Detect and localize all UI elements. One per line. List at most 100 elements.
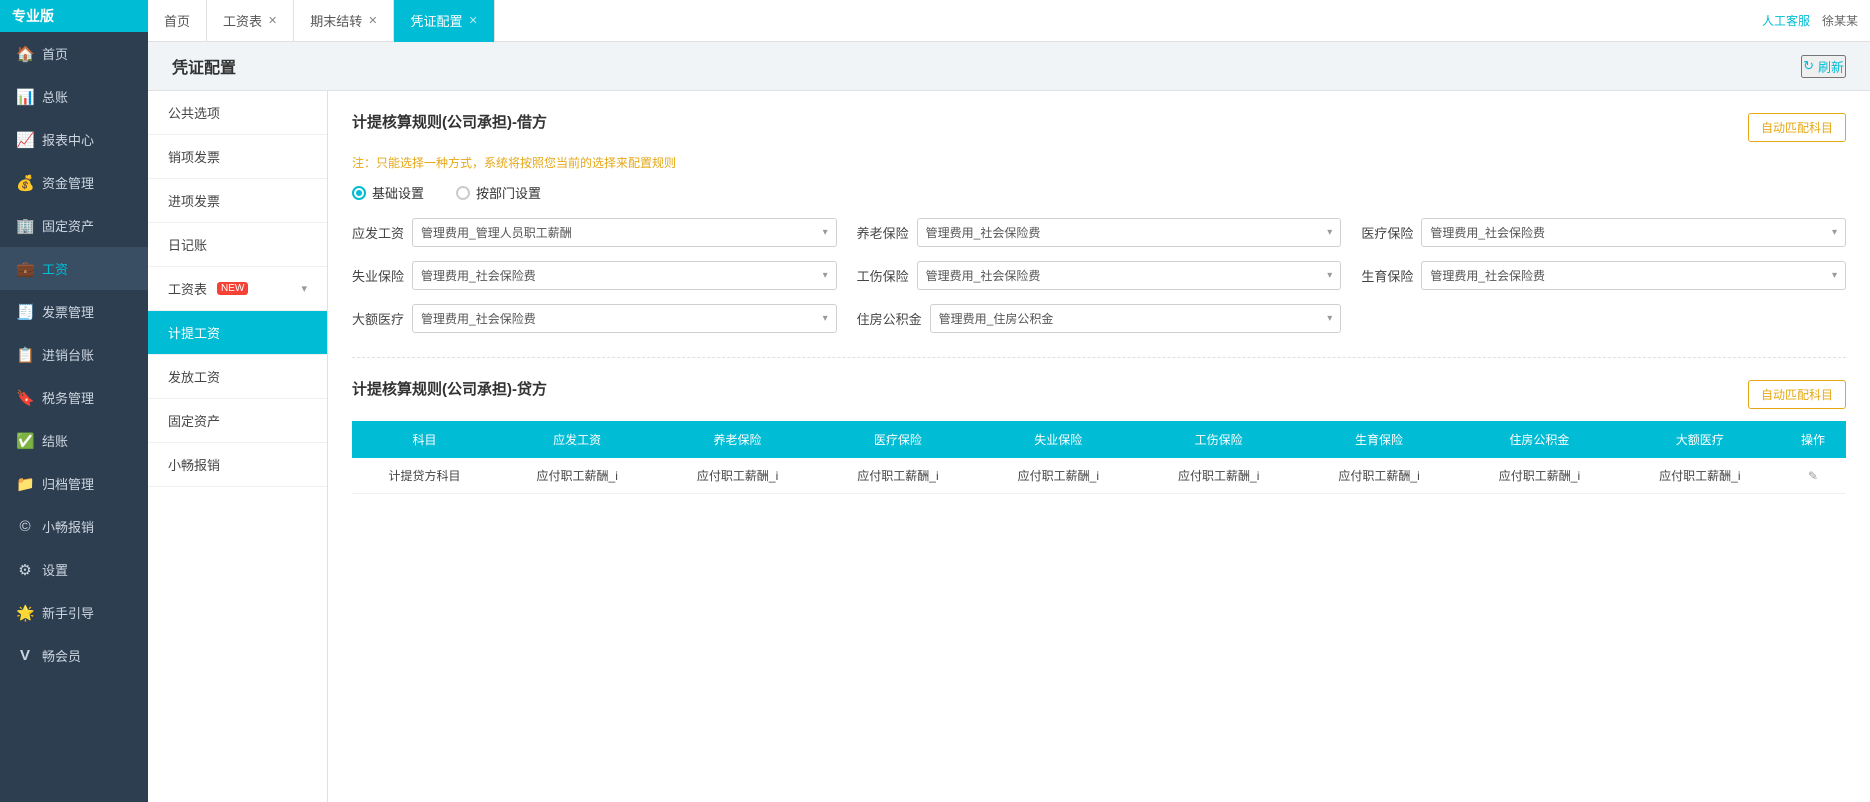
tab-salary-close[interactable]: ✕: [268, 14, 277, 27]
side-menu-common[interactable]: 公共选项: [148, 91, 327, 135]
ledger-icon: 📊: [16, 88, 34, 106]
sidebar-item-home[interactable]: 🏠 首页: [0, 32, 148, 75]
section1-header: 计提核算规则(公司承担)-借方 自动匹配科目: [352, 111, 1846, 144]
sidebar-item-purchase[interactable]: 📋 进销台账: [0, 333, 148, 376]
chevron-down-icon: ▾: [823, 313, 828, 324]
customer-service[interactable]: 人工客服: [1762, 12, 1810, 29]
sidebar-item-assets[interactable]: 🏢 固定资产: [0, 204, 148, 247]
sidebar-item-guide[interactable]: 🌟 新手引导: [0, 591, 148, 634]
topbar: 首页 工资表 ✕ 期末结转 ✕ 凭证配置 ✕ 人工客服 徐某某: [148, 0, 1870, 42]
auto-match-debit-button[interactable]: 自动匹配科目: [1748, 113, 1846, 142]
field-yanglao-label: 养老保险: [857, 223, 909, 242]
field-yanglao-select[interactable]: 管理费用_社会保险费 ▾: [917, 218, 1342, 247]
field-yingfa: 应发工资 管理费用_管理人员职工薪酬 ▾: [352, 218, 837, 247]
side-menu-input[interactable]: 进项发票: [148, 179, 327, 223]
edit-icon[interactable]: ✎: [1808, 469, 1818, 483]
checkout-icon: ✅: [16, 432, 34, 450]
chevron-down-icon: ▾: [1832, 227, 1837, 238]
row-subject: 计提贷方科目: [352, 458, 497, 494]
assets-icon: 🏢: [16, 217, 34, 235]
section1-note: 注：只能选择一种方式，系统将按照您当前的选择来配置规则: [352, 154, 1846, 171]
section-divider: [352, 357, 1846, 358]
col-yanglao: 养老保险: [657, 421, 817, 458]
tab-voucher[interactable]: 凭证配置 ✕: [394, 0, 494, 42]
sidebar-item-salary[interactable]: 💼 工资: [0, 247, 148, 290]
side-menu-output[interactable]: 销项发票: [148, 135, 327, 179]
sidebar-item-checkout[interactable]: ✅ 结账: [0, 419, 148, 462]
table-header: 科目 应发工资 养老保险 医疗保险 失业保险 工伤保险 生育保险 住房公积金 大…: [352, 421, 1846, 458]
payroll-expand-icon: ▾: [301, 282, 307, 295]
radio-department[interactable]: 按部门设置: [456, 183, 541, 202]
tab-home[interactable]: 首页: [148, 0, 207, 42]
radio-dept-circle: [456, 186, 470, 200]
tab-voucher-close[interactable]: ✕: [469, 14, 478, 27]
col-yingfa: 应发工资: [497, 421, 657, 458]
tab-salary[interactable]: 工资表 ✕: [207, 0, 294, 42]
expense-icon: ©: [16, 518, 34, 535]
username: 徐某某: [1822, 12, 1858, 29]
row-edit[interactable]: ✎: [1780, 458, 1846, 494]
col-zhufang: 住房公积金: [1459, 421, 1619, 458]
side-menu-payroll[interactable]: 工资表 NEW ▾: [148, 267, 327, 311]
settings-icon: ⚙: [16, 561, 34, 579]
sidebar-item-expense[interactable]: © 小畅报销: [0, 505, 148, 548]
sidebar-item-reports[interactable]: 📈 报表中心: [0, 118, 148, 161]
col-action: 操作: [1780, 421, 1846, 458]
tab-period[interactable]: 期末结转 ✕: [294, 0, 394, 42]
side-menu: 公共选项 销项发票 进项发票 日记账 工资表 NEW ▾ 计提工资 发放工资: [148, 91, 328, 802]
archive-icon: 📁: [16, 475, 34, 493]
section2-header: 计提核算规则(公司承担)-贷方 自动匹配科目: [352, 378, 1846, 411]
sidebar-item-invoice[interactable]: 🧾 发票管理: [0, 290, 148, 333]
field-shiye-label: 失业保险: [352, 266, 404, 285]
refresh-button[interactable]: ↻ 刷新: [1801, 55, 1846, 78]
reports-icon: 📈: [16, 131, 34, 149]
table-row: 计提贷方科目 应付职工薪酬_i 应付职工薪酬_i 应付职工薪酬_i 应付职工薪酬…: [352, 458, 1846, 494]
col-yiliao: 医疗保险: [818, 421, 978, 458]
side-menu-journal[interactable]: 日记账: [148, 223, 327, 267]
auto-match-credit-button[interactable]: 自动匹配科目: [1748, 380, 1846, 409]
credit-table: 科目 应发工资 养老保险 医疗保险 失业保险 工伤保险 生育保险 住房公积金 大…: [352, 421, 1846, 494]
main-content: 计提核算规则(公司承担)-借方 自动匹配科目 注：只能选择一种方式，系统将按照您…: [328, 91, 1870, 802]
field-daeliao-label: 大额医疗: [352, 309, 404, 328]
sidebar-item-settings[interactable]: ⚙ 设置: [0, 548, 148, 591]
sidebar-item-member[interactable]: V 畅会员: [0, 634, 148, 677]
radio-basic[interactable]: 基础设置: [352, 183, 424, 202]
sidebar-item-tax[interactable]: 🔖 税务管理: [0, 376, 148, 419]
sidebar: 专业版 🏠 首页 📊 总账 📈 报表中心 💰 资金管理 🏢 固定资产 💼 工资 …: [0, 0, 148, 802]
page-title: 凭证配置: [172, 54, 236, 78]
field-zhufang: 住房公积金 管理费用_住房公积金 ▾: [857, 304, 1342, 333]
field-zhufang-select[interactable]: 管理费用_住房公积金 ▾: [930, 304, 1342, 333]
side-menu-fixed[interactable]: 固定资产: [148, 399, 327, 443]
tab-period-close[interactable]: ✕: [368, 14, 377, 27]
field-daeliao: 大额医疗 管理费用_社会保险费 ▾: [352, 304, 837, 333]
field-shiye: 失业保险 管理费用_社会保险费 ▾: [352, 261, 837, 290]
field-empty: [1361, 304, 1846, 333]
field-gongshang: 工伤保险 管理费用_社会保险费 ▾: [857, 261, 1342, 290]
sidebar-item-archive[interactable]: 📁 归档管理: [0, 462, 148, 505]
row-shengyu: 应付职工薪酬_i: [1299, 458, 1459, 494]
row-gongshang: 应付职工薪酬_i: [1139, 458, 1299, 494]
field-daeliao-select[interactable]: 管理费用_社会保险费 ▾: [412, 304, 837, 333]
radio-group: 基础设置 按部门设置: [352, 183, 1846, 202]
row-yanglao: 应付职工薪酬_i: [657, 458, 817, 494]
col-gongshang: 工伤保险: [1139, 421, 1299, 458]
field-shengyu-select[interactable]: 管理费用_社会保险费 ▾: [1421, 261, 1846, 290]
section-credit: 计提核算规则(公司承担)-贷方 自动匹配科目 科目 应发工资 养老保险 医疗保险…: [352, 378, 1846, 494]
field-yingfa-select[interactable]: 管理费用_管理人员职工薪酬 ▾: [412, 218, 837, 247]
side-menu-accrue[interactable]: 计提工资: [148, 311, 327, 355]
main-area: 首页 工资表 ✕ 期末结转 ✕ 凭证配置 ✕ 人工客服 徐某某 凭证配置 ↻ 刷…: [148, 0, 1870, 802]
col-shiye: 失业保险: [978, 421, 1138, 458]
field-yiliao-select[interactable]: 管理费用_社会保险费 ▾: [1421, 218, 1846, 247]
field-gongshang-select[interactable]: 管理费用_社会保险费 ▾: [917, 261, 1342, 290]
form-grid-debit: 应发工资 管理费用_管理人员职工薪酬 ▾ 养老保险 管理费用_社会保险费 ▾: [352, 218, 1846, 333]
col-subject: 科目: [352, 421, 497, 458]
field-yiliao-label: 医疗保险: [1361, 223, 1413, 242]
field-shengyu: 生育保险 管理费用_社会保险费 ▾: [1361, 261, 1846, 290]
funds-icon: 💰: [16, 174, 34, 192]
sidebar-item-ledger[interactable]: 📊 总账: [0, 75, 148, 118]
side-menu-reimbursement[interactable]: 小畅报销: [148, 443, 327, 487]
sidebar-item-funds[interactable]: 💰 资金管理: [0, 161, 148, 204]
field-shengyu-label: 生育保险: [1361, 266, 1413, 285]
field-shiye-select[interactable]: 管理费用_社会保险费 ▾: [412, 261, 837, 290]
side-menu-disburse[interactable]: 发放工资: [148, 355, 327, 399]
